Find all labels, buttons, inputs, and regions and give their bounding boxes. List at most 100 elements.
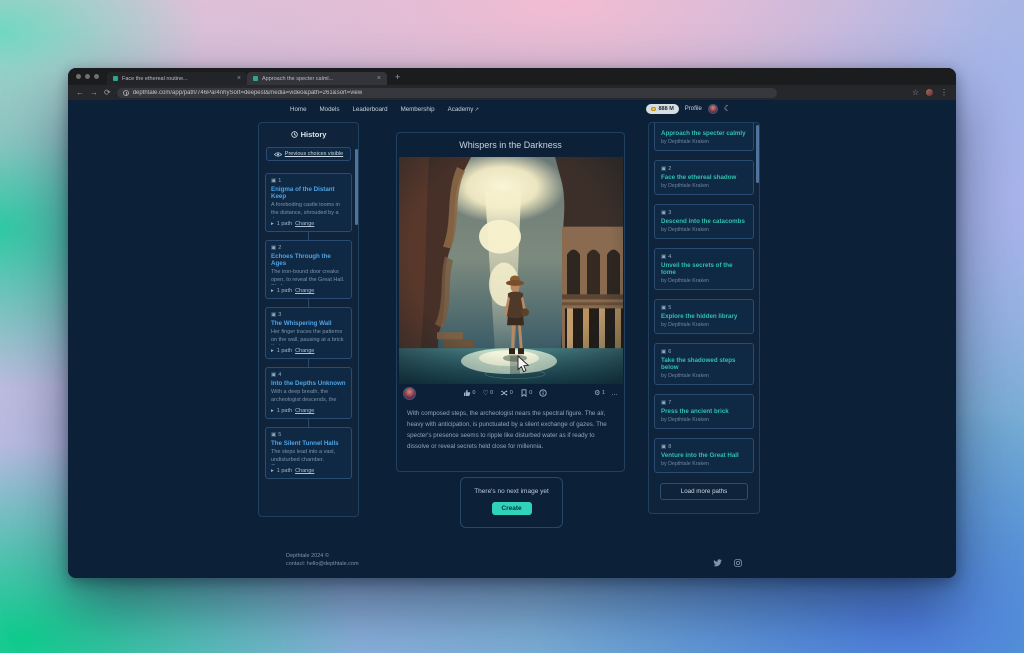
path-author: by Depthtale Kraken bbox=[661, 278, 709, 284]
url-text: depthtale.com/app/path/746Par4nhySort=de… bbox=[132, 89, 363, 96]
settings-button[interactable]: ⚙ 1 bbox=[594, 390, 605, 397]
change-link[interactable]: Change bbox=[295, 408, 314, 414]
tab-close-icon[interactable]: × bbox=[377, 75, 381, 82]
dark-mode-toggle-icon[interactable]: ☾ bbox=[724, 105, 731, 113]
heart-button[interactable]: ♡ 0 bbox=[482, 390, 493, 397]
instagram-icon[interactable] bbox=[734, 559, 742, 567]
tab-label: Face the ethereal routine... bbox=[122, 75, 188, 82]
credits-pill[interactable]: 888 M bbox=[646, 104, 679, 114]
bookmark-star-icon[interactable]: ☆ bbox=[912, 88, 919, 97]
site-info-icon[interactable] bbox=[122, 89, 129, 96]
browser-tab-2-active[interactable]: Approach the specter calml... × bbox=[247, 72, 387, 85]
info-button[interactable] bbox=[539, 389, 547, 397]
path-title[interactable]: Face the ethereal shadow bbox=[661, 174, 747, 181]
site-nav-links: Home Models Leaderboard Membership Acade… bbox=[290, 100, 479, 118]
path-card-6[interactable]: ▣ 6 Take the shadowed steps below by Dept… bbox=[654, 343, 754, 385]
remix-button[interactable]: 0 bbox=[500, 389, 513, 397]
minimize-window-button[interactable] bbox=[85, 74, 90, 79]
change-link[interactable]: Change bbox=[295, 468, 314, 474]
like-button[interactable]: 0 bbox=[463, 389, 475, 397]
path-card-5[interactable]: ▣ 5 Explore the hidden library by Depthta… bbox=[654, 299, 754, 334]
nav-link-academy[interactable]: Academy↗ bbox=[448, 106, 479, 113]
profile-link[interactable]: Profile bbox=[685, 106, 702, 112]
change-link[interactable]: Change bbox=[295, 348, 314, 354]
twitter-icon[interactable] bbox=[713, 559, 722, 567]
path-title[interactable]: Unveil the secrets of the tome bbox=[661, 262, 747, 276]
new-tab-button[interactable]: + bbox=[395, 72, 400, 82]
browser-profile-avatar[interactable] bbox=[926, 89, 933, 96]
history-connector bbox=[308, 359, 309, 367]
story-action-bar: 0 ♡ 0 0 0 ⚙ 1 … bbox=[397, 384, 624, 402]
history-card-5[interactable]: ▣ 5 The Silent Tunnel Halls The steps lea… bbox=[265, 427, 352, 479]
path-card-3[interactable]: ▣ 3 Descend into the catacombs by Depthta… bbox=[654, 204, 754, 239]
story-image[interactable] bbox=[398, 157, 623, 384]
path-card-4[interactable]: ▣ 4 Unveil the secrets of the tome by Dep… bbox=[654, 248, 754, 290]
path-author: by Depthtale Kraken bbox=[661, 322, 709, 328]
path-title[interactable]: Take the shadowed steps below bbox=[661, 357, 747, 371]
path-count: 1 path bbox=[276, 468, 293, 474]
kebab-menu-icon[interactable]: ⋮ bbox=[940, 88, 948, 97]
path-title[interactable]: Venture into the Great Hall bbox=[661, 452, 747, 459]
history-item-title[interactable]: The Whispering Wall bbox=[271, 320, 346, 327]
history-card-3[interactable]: ▣ 3 The Whispering Wall Her finger traces… bbox=[265, 307, 352, 359]
forward-icon[interactable]: → bbox=[90, 88, 98, 97]
path-card-2[interactable]: ▣ 2 Face the ethereal shadow by Depthtale… bbox=[654, 160, 754, 195]
image-badge-icon: ▣ bbox=[271, 432, 277, 438]
history-scrollbar[interactable] bbox=[355, 149, 358, 225]
back-icon[interactable]: ← bbox=[76, 88, 84, 97]
external-link-icon: ↗ bbox=[474, 106, 480, 113]
nav-link-models[interactable]: Models bbox=[320, 106, 340, 113]
history-item-title[interactable]: Echoes Through the Ages bbox=[271, 253, 346, 267]
load-more-paths-button[interactable]: Load more paths bbox=[660, 483, 748, 500]
path-marker-icon: ▸ bbox=[271, 408, 274, 414]
nav-link-home[interactable]: Home bbox=[290, 106, 307, 113]
save-button[interactable]: 0 bbox=[520, 389, 532, 397]
browser-tab-1[interactable]: Face the ethereal routine... × bbox=[107, 72, 247, 85]
story-title: Whispers in the Darkness bbox=[459, 140, 562, 150]
address-bar[interactable]: depthtale.com/app/path/746Par4nhySort=de… bbox=[116, 87, 777, 98]
history-card-1[interactable]: ▣ 1 Enigma of the Distant Keep A forebodi… bbox=[265, 173, 352, 232]
image-badge-icon: ▣ bbox=[661, 254, 667, 260]
history-title: History bbox=[300, 130, 327, 139]
depthtale-page: Home Models Leaderboard Membership Acade… bbox=[68, 100, 956, 578]
path-card-7[interactable]: ▣ 7 Press the ancient brick by Depthtale … bbox=[654, 394, 754, 429]
history-item-title[interactable]: The Silent Tunnel Halls bbox=[271, 440, 346, 447]
more-options-button[interactable]: … bbox=[611, 390, 618, 397]
create-button[interactable]: Create bbox=[491, 502, 532, 515]
paths-scrollbar[interactable] bbox=[756, 125, 759, 183]
footer-contact[interactable]: contact: hello@depthtale.com bbox=[286, 560, 359, 568]
thumbs-up-icon bbox=[463, 389, 471, 396]
history-item-title[interactable]: Enigma of the Distant Keep bbox=[271, 186, 346, 200]
zoom-window-button[interactable] bbox=[94, 74, 99, 79]
reload-icon[interactable]: ⟳ bbox=[104, 88, 111, 97]
path-card-8[interactable]: ▣ 8 Venture into the Great Hall by Deptht… bbox=[654, 438, 754, 473]
nav-link-membership[interactable]: Membership bbox=[401, 106, 435, 113]
no-next-message: There's no next image yet bbox=[474, 488, 549, 495]
change-link[interactable]: Change bbox=[295, 288, 314, 294]
path-badge: ▣ 6 bbox=[661, 349, 672, 355]
window-controls bbox=[76, 74, 99, 79]
nav-link-leaderboard[interactable]: Leaderboard bbox=[352, 106, 387, 113]
path-title[interactable]: Descend into the catacombs bbox=[661, 218, 747, 225]
path-badge: ▣ 7 bbox=[661, 400, 672, 406]
history-card-4[interactable]: ▣ 4 Into the Depths Unknown With a deep b… bbox=[265, 367, 352, 419]
path-title[interactable]: Explore the hidden library bbox=[661, 313, 747, 320]
tab-close-icon[interactable]: × bbox=[237, 75, 241, 82]
cavern-scene-illustration bbox=[398, 157, 623, 384]
path-badge: ▣ 2 bbox=[661, 166, 672, 172]
history-card-2[interactable]: ▣ 2 Echoes Through the Ages The iron-boun… bbox=[265, 240, 352, 299]
close-window-button[interactable] bbox=[76, 74, 81, 79]
path-title[interactable]: Approach the specter calmly bbox=[661, 130, 747, 137]
path-badge: ▣ 3 bbox=[661, 210, 672, 216]
author-avatar[interactable] bbox=[403, 386, 416, 400]
history-item-title[interactable]: Into the Depths Unknown bbox=[271, 380, 346, 387]
site-nav: Home Models Leaderboard Membership Acade… bbox=[68, 100, 956, 118]
path-card-1[interactable]: Approach the specter calmly by Depthtale… bbox=[654, 123, 754, 151]
path-title[interactable]: Press the ancient brick bbox=[661, 408, 747, 415]
previous-choices-toggle[interactable]: Previous choices visible bbox=[266, 147, 351, 161]
change-link[interactable]: Change bbox=[295, 221, 314, 227]
path-count: 1 path bbox=[276, 348, 293, 354]
path-badge: ▣ 5 bbox=[661, 305, 672, 311]
history-header: History bbox=[259, 130, 358, 139]
user-avatar[interactable] bbox=[707, 104, 718, 114]
